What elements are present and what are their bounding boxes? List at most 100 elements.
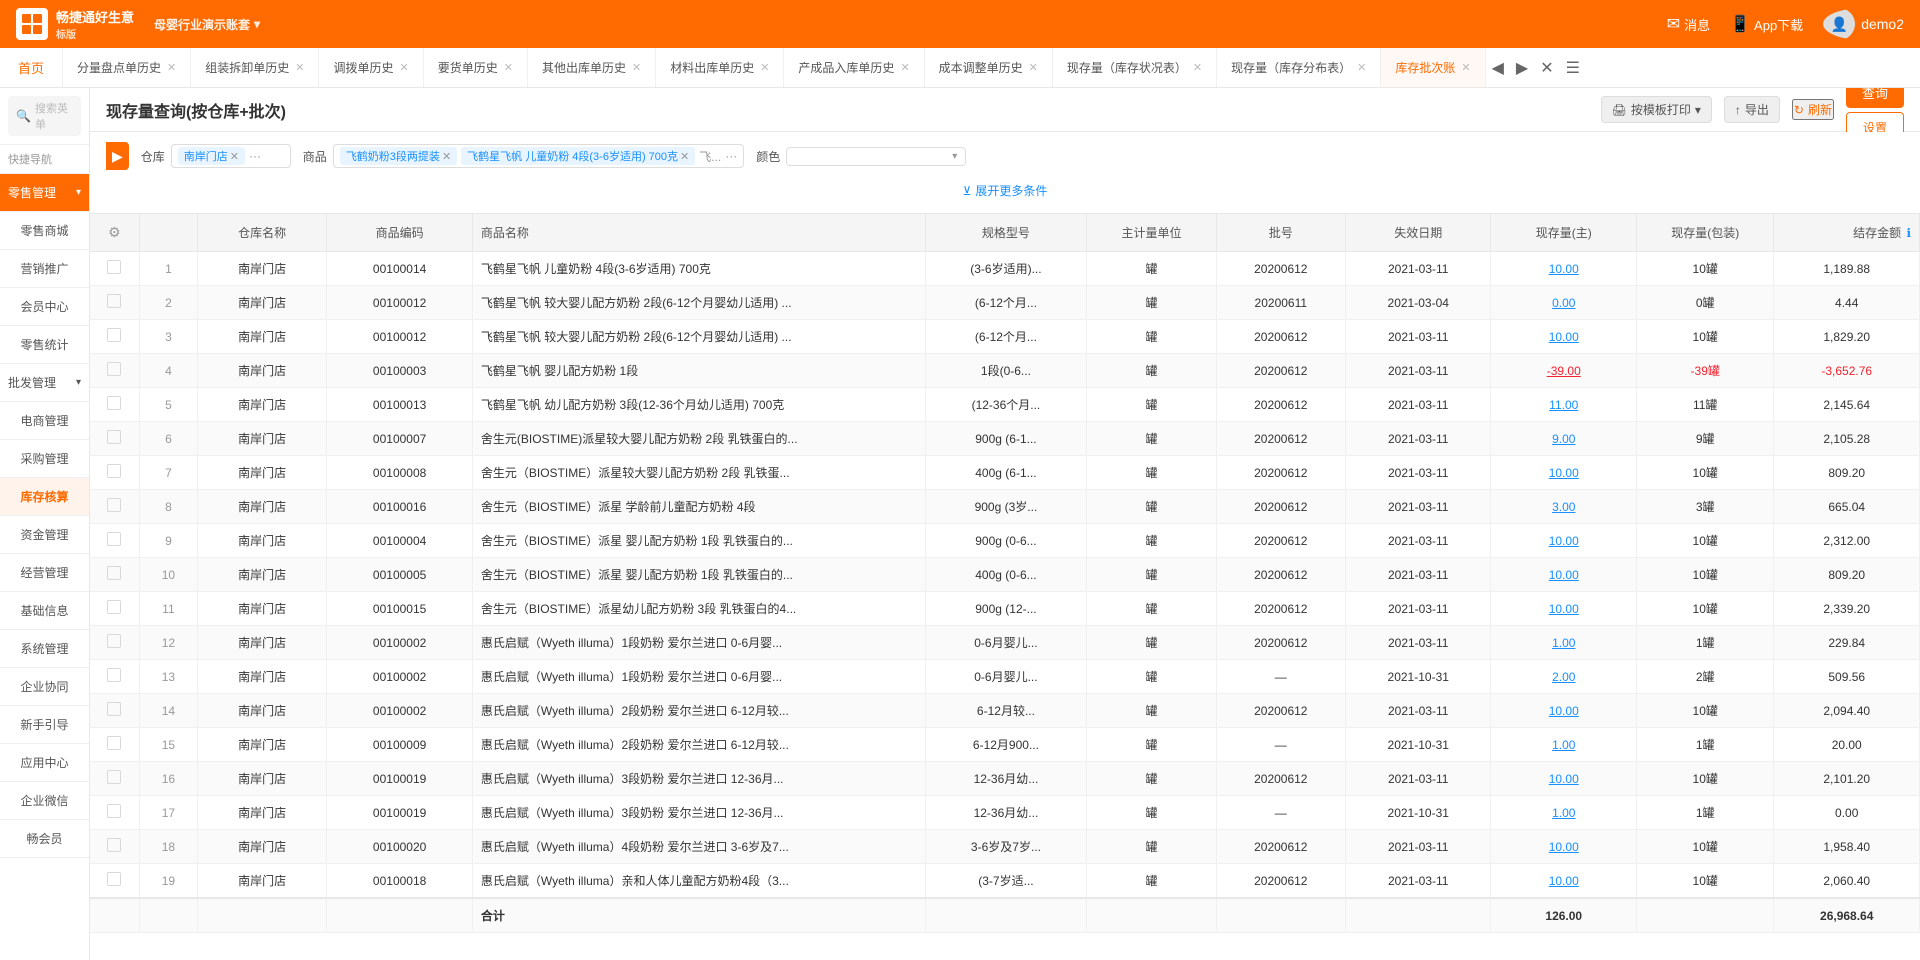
tab-close-yao-huo[interactable]: ✕: [504, 61, 513, 74]
checkbox-icon[interactable]: [107, 464, 121, 478]
row-stock-main[interactable]: 3.00: [1491, 490, 1637, 524]
tab-cai-liao[interactable]: 材料出库单历史 ✕: [656, 48, 784, 87]
row-stock-main[interactable]: 1.00: [1491, 796, 1637, 830]
tab-close-chan-cheng[interactable]: ✕: [900, 61, 909, 74]
sidebar-item-marketing[interactable]: 营销推广: [0, 250, 89, 288]
checkbox-icon[interactable]: [107, 736, 121, 750]
tab-yao-huo[interactable]: 要货单历史 ✕: [424, 48, 528, 87]
column-settings-icon[interactable]: ⚙: [108, 224, 121, 240]
row-checkbox[interactable]: [90, 796, 139, 830]
tab-close-all[interactable]: ✕: [1534, 48, 1559, 87]
checkbox-icon[interactable]: [107, 498, 121, 512]
tab-xian-cun-fb[interactable]: 现存量（库存分布表） ✕: [1217, 48, 1381, 87]
tab-close-cai-liao[interactable]: ✕: [760, 61, 769, 74]
tab-scroll-right[interactable]: ▶: [1510, 48, 1534, 87]
checkbox-icon[interactable]: [107, 328, 121, 342]
row-stock-main[interactable]: 2.00: [1491, 660, 1637, 694]
sidebar-item-system[interactable]: 系统管理: [0, 630, 89, 668]
checkbox-icon[interactable]: [107, 702, 121, 716]
row-stock-main[interactable]: 10.00: [1491, 762, 1637, 796]
tab-xian-cun-kk[interactable]: 现存量（库存状况表） ✕: [1053, 48, 1217, 87]
checkbox-icon[interactable]: [107, 294, 121, 308]
warehouse-tag-close[interactable]: ✕: [230, 150, 239, 163]
expand-filter-button[interactable]: ▶: [106, 142, 129, 170]
expand-more-btn[interactable]: ⊻ 展开更多条件: [963, 178, 1048, 203]
tab-close-fen-liang[interactable]: ✕: [167, 61, 176, 74]
sidebar-item-member[interactable]: 会员中心: [0, 288, 89, 326]
sidebar-item-wechat[interactable]: 企业微信: [0, 782, 89, 820]
nav-home[interactable]: 首页: [0, 48, 63, 87]
sidebar-search[interactable]: 🔍 搜索英单: [0, 88, 89, 145]
tab-close-xian-cun-fb[interactable]: ✕: [1357, 61, 1366, 74]
row-stock-main[interactable]: -39.00: [1491, 354, 1637, 388]
row-checkbox[interactable]: [90, 660, 139, 694]
row-stock-main[interactable]: 1.00: [1491, 626, 1637, 660]
row-checkbox[interactable]: [90, 762, 139, 796]
product-more-dots[interactable]: ···: [725, 149, 737, 163]
row-stock-main[interactable]: 10.00: [1491, 694, 1637, 728]
row-stock-main[interactable]: 1.00: [1491, 728, 1637, 762]
checkbox-icon[interactable]: [107, 566, 121, 580]
checkbox-icon[interactable]: [107, 396, 121, 410]
sidebar-item-appstore[interactable]: 应用中心: [0, 744, 89, 782]
row-checkbox[interactable]: [90, 422, 139, 456]
sidebar-item-operations[interactable]: 经营管理: [0, 554, 89, 592]
tab-cheng-ben[interactable]: 成本调整单历史 ✕: [925, 48, 1053, 87]
row-stock-main[interactable]: 10.00: [1491, 592, 1637, 626]
row-checkbox[interactable]: [90, 626, 139, 660]
row-stock-main[interactable]: 10.00: [1491, 864, 1637, 899]
sidebar-item-finance[interactable]: 资金管理: [0, 516, 89, 554]
tab-close-diao-bo[interactable]: ✕: [400, 61, 409, 74]
row-checkbox[interactable]: [90, 524, 139, 558]
app-download-nav[interactable]: 📱 App下载: [1730, 14, 1803, 34]
checkbox-icon[interactable]: [107, 260, 121, 274]
sidebar-item-basic[interactable]: 基础信息: [0, 592, 89, 630]
sidebar-item-vip[interactable]: 畅会员: [0, 820, 89, 858]
sidebar-item-retail-shop[interactable]: 零售商城: [0, 212, 89, 250]
color-select[interactable]: ▾: [786, 147, 966, 166]
checkbox-icon[interactable]: [107, 634, 121, 648]
row-checkbox[interactable]: [90, 830, 139, 864]
sidebar-item-inventory[interactable]: 库存核算: [0, 478, 89, 516]
tab-close-cheng-ben[interactable]: ✕: [1029, 61, 1038, 74]
row-checkbox[interactable]: [90, 320, 139, 354]
account-dropdown[interactable]: 母婴行业演示账套 ▾: [154, 16, 260, 33]
row-stock-main[interactable]: 10.00: [1491, 830, 1637, 864]
row-checkbox[interactable]: [90, 728, 139, 762]
tab-qi-ta-chu[interactable]: 其他出库单历史 ✕: [528, 48, 656, 87]
checkbox-icon[interactable]: [107, 872, 121, 886]
row-checkbox[interactable]: [90, 456, 139, 490]
sidebar-item-enterprise[interactable]: 企业协同: [0, 668, 89, 706]
query-button[interactable]: 查询: [1846, 88, 1904, 108]
tab-fen-liang[interactable]: 分量盘点单历史 ✕: [63, 48, 191, 87]
checkbox-icon[interactable]: [107, 668, 121, 682]
row-checkbox[interactable]: [90, 592, 139, 626]
checkbox-icon[interactable]: [107, 770, 121, 784]
row-stock-main[interactable]: 10.00: [1491, 320, 1637, 354]
row-stock-main[interactable]: 11.00: [1491, 388, 1637, 422]
tab-close-ku-cun-pici[interactable]: ✕: [1461, 61, 1470, 74]
row-checkbox[interactable]: [90, 694, 139, 728]
tab-ku-cun-pici[interactable]: 库存批次账 ✕: [1381, 48, 1485, 87]
checkbox-icon[interactable]: [107, 804, 121, 818]
sidebar-item-retail-mgmt[interactable]: 零售管理 ▾: [0, 174, 89, 212]
row-checkbox[interactable]: [90, 252, 139, 286]
checkbox-icon[interactable]: [107, 362, 121, 376]
checkbox-icon[interactable]: [107, 532, 121, 546]
tab-zu-zhuang[interactable]: 组装拆卸单历史 ✕: [191, 48, 319, 87]
row-checkbox[interactable]: [90, 388, 139, 422]
sidebar-item-guide[interactable]: 新手引导: [0, 706, 89, 744]
tab-scroll-left[interactable]: ◀: [1486, 48, 1510, 87]
tab-close-qi-ta-chu[interactable]: ✕: [632, 61, 641, 74]
row-stock-main[interactable]: 0.00: [1491, 286, 1637, 320]
row-checkbox[interactable]: [90, 864, 139, 899]
row-checkbox[interactable]: [90, 286, 139, 320]
product-tag-1-close[interactable]: ✕: [442, 150, 451, 163]
product-tags[interactable]: 飞鹤奶粉3段两提装 ✕ 飞鹤星飞帆 儿童奶粉 4段(3-6岁适用) 700克 ✕…: [333, 144, 744, 168]
row-stock-main[interactable]: 10.00: [1491, 456, 1637, 490]
row-stock-main[interactable]: 10.00: [1491, 558, 1637, 592]
tab-close-xian-cun-kk[interactable]: ✕: [1193, 61, 1202, 74]
checkbox-icon[interactable]: [107, 430, 121, 444]
sidebar-shortcut[interactable]: 快捷导航: [0, 145, 89, 174]
row-stock-main[interactable]: 9.00: [1491, 422, 1637, 456]
